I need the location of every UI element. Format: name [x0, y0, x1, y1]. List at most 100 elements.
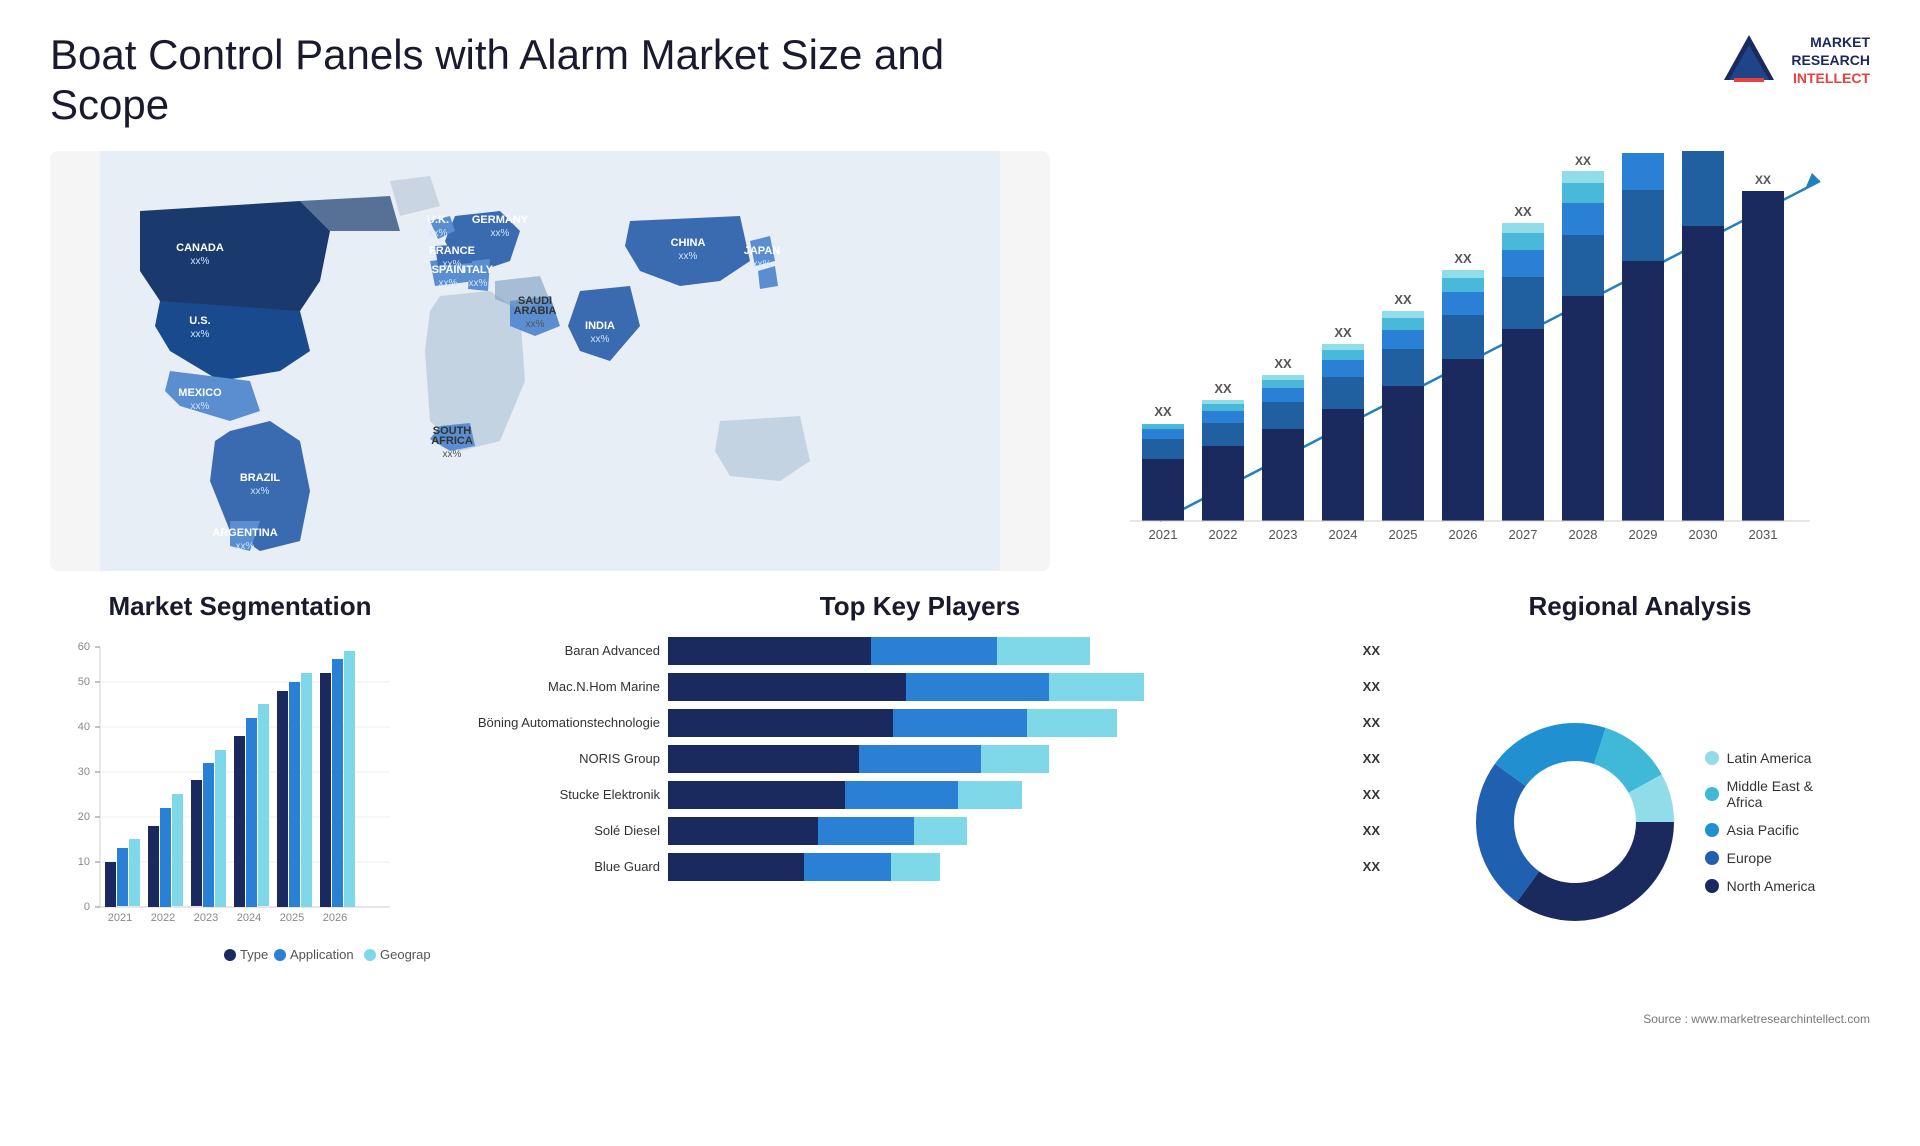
svg-text:2025: 2025: [1389, 527, 1418, 542]
growth-bar-chart: XX XX XX: [1090, 151, 1870, 571]
players-wrapper: Baran Advanced XX Mac.N.Hom Marine: [460, 637, 1380, 1007]
svg-text:xx%: xx%: [236, 541, 255, 552]
player-bar-container: [668, 781, 1349, 809]
legend-dot-na: [1705, 879, 1719, 893]
svg-text:xx%: xx%: [526, 319, 545, 330]
svg-text:SPAIN: SPAIN: [432, 264, 465, 276]
svg-text:2021: 2021: [108, 912, 132, 924]
donut-svg: [1465, 712, 1685, 932]
svg-text:Type: Type: [240, 947, 268, 962]
legend-dot-europe: [1705, 851, 1719, 865]
svg-text:XX: XX: [1755, 173, 1771, 187]
player-name: Mac.N.Hom Marine: [460, 679, 660, 694]
svg-text:XX: XX: [1274, 356, 1292, 371]
svg-text:MEXICO: MEXICO: [178, 387, 222, 399]
segmentation-section: Market Segmentation: [50, 591, 430, 1011]
svg-text:60: 60: [78, 641, 90, 653]
player-row: Baran Advanced XX: [460, 637, 1380, 665]
svg-text:FRANCE: FRANCE: [429, 245, 475, 257]
legend-label-mea: Middle East &Africa: [1727, 778, 1813, 810]
page-title: Boat Control Panels with Alarm Market Si…: [50, 30, 950, 131]
svg-text:2030: 2030: [1689, 527, 1718, 542]
legend-label-europe: Europe: [1727, 850, 1772, 866]
player-bar-container: [668, 637, 1349, 665]
svg-text:xx%: xx%: [443, 449, 462, 460]
player-name: Stucke Elektronik: [460, 787, 660, 802]
svg-text:XX: XX: [1514, 204, 1532, 219]
bar-chart-svg: XX XX XX: [1090, 151, 1870, 571]
svg-text:U.K.: U.K.: [427, 214, 449, 226]
svg-text:ITALY: ITALY: [463, 264, 494, 276]
logo: MARKET RESEARCH INTELLECT: [1719, 30, 1870, 90]
svg-text:10: 10: [78, 856, 90, 868]
svg-text:xx%: xx%: [191, 256, 210, 267]
svg-text:2026: 2026: [323, 912, 347, 924]
player-row: Blue Guard XX: [460, 853, 1380, 881]
player-name: Solé Diesel: [460, 823, 660, 838]
svg-text:BRAZIL: BRAZIL: [240, 472, 281, 484]
legend-dot-apac: [1705, 823, 1719, 837]
svg-text:INDIA: INDIA: [585, 320, 615, 332]
legend-item-mea: Middle East &Africa: [1705, 778, 1816, 810]
world-map: CANADA xx% U.S. xx% MEXICO xx% BRAZIL xx…: [50, 151, 1050, 571]
regional-legend: Latin America Middle East &Africa Asia P…: [1705, 750, 1816, 894]
legend-dot-mea: [1705, 787, 1719, 801]
player-bar-container: [668, 745, 1349, 773]
svg-text:GERMANY: GERMANY: [472, 214, 529, 226]
regional-title: Regional Analysis: [1410, 591, 1870, 622]
legend-label-na: North America: [1727, 878, 1816, 894]
svg-text:xx%: xx%: [469, 278, 488, 289]
players-section: Top Key Players Baran Advanced XX: [460, 591, 1380, 1011]
logo-text: MARKET RESEARCH INTELLECT: [1791, 33, 1870, 88]
svg-text:2027: 2027: [1509, 527, 1538, 542]
svg-text:xx%: xx%: [191, 401, 210, 412]
svg-text:CANADA: CANADA: [176, 242, 224, 254]
legend-item-na: North America: [1705, 878, 1816, 894]
segmentation-title: Market Segmentation: [50, 591, 430, 622]
svg-text:2031: 2031: [1749, 527, 1778, 542]
svg-text:ARGENTINA: ARGENTINA: [212, 527, 277, 539]
player-bar-container: [668, 853, 1349, 881]
player-bar-container: [668, 673, 1349, 701]
svg-text:2024: 2024: [1329, 527, 1358, 542]
svg-text:2026: 2026: [1449, 527, 1478, 542]
player-bar-container: [668, 817, 1349, 845]
svg-text:XX: XX: [1575, 154, 1591, 168]
logo-icon: [1719, 30, 1779, 90]
regional-section: Regional Analysis: [1410, 591, 1870, 1011]
svg-text:XX: XX: [1334, 325, 1352, 340]
svg-text:50: 50: [78, 676, 90, 688]
player-name: Baran Advanced: [460, 643, 660, 658]
svg-text:xx%: xx%: [429, 228, 448, 239]
svg-text:XX: XX: [1154, 404, 1172, 419]
player-row: Mac.N.Hom Marine XX: [460, 673, 1380, 701]
donut-chart: [1465, 712, 1685, 932]
svg-text:2022: 2022: [151, 912, 175, 924]
legend-label-apac: Asia Pacific: [1727, 822, 1799, 838]
svg-text:XX: XX: [1214, 381, 1232, 396]
top-section: CANADA xx% U.S. xx% MEXICO xx% BRAZIL xx…: [50, 151, 1870, 571]
svg-text:Geography: Geography: [380, 947, 430, 962]
legend-label-latin: Latin America: [1727, 750, 1812, 766]
svg-text:0: 0: [84, 901, 90, 913]
source-text: Source : www.marketresearchintellect.com: [1410, 1012, 1870, 1026]
svg-text:20: 20: [78, 811, 90, 823]
players-title: Top Key Players: [460, 591, 1380, 622]
svg-text:ARABIA: ARABIA: [514, 305, 557, 317]
svg-text:AFRICA: AFRICA: [431, 435, 473, 447]
svg-text:2025: 2025: [280, 912, 304, 924]
svg-text:xx%: xx%: [491, 228, 510, 239]
regional-wrapper: Latin America Middle East &Africa Asia P…: [1410, 637, 1870, 1007]
segmentation-chart-svg: 0 10 20 30 40 50 60 2021 2022: [50, 637, 430, 977]
svg-text:2029: 2029: [1629, 527, 1658, 542]
svg-text:30: 30: [78, 766, 90, 778]
svg-text:xx%: xx%: [679, 251, 698, 262]
legend-dot-latin: [1705, 751, 1719, 765]
player-name: Blue Guard: [460, 859, 660, 874]
svg-text:xx%: xx%: [439, 278, 458, 289]
legend-item-apac: Asia Pacific: [1705, 822, 1816, 838]
svg-text:2022: 2022: [1209, 527, 1238, 542]
svg-text:40: 40: [78, 721, 90, 733]
player-row: Solé Diesel XX: [460, 817, 1380, 845]
player-row: Böning Automationstechnologie XX: [460, 709, 1380, 737]
